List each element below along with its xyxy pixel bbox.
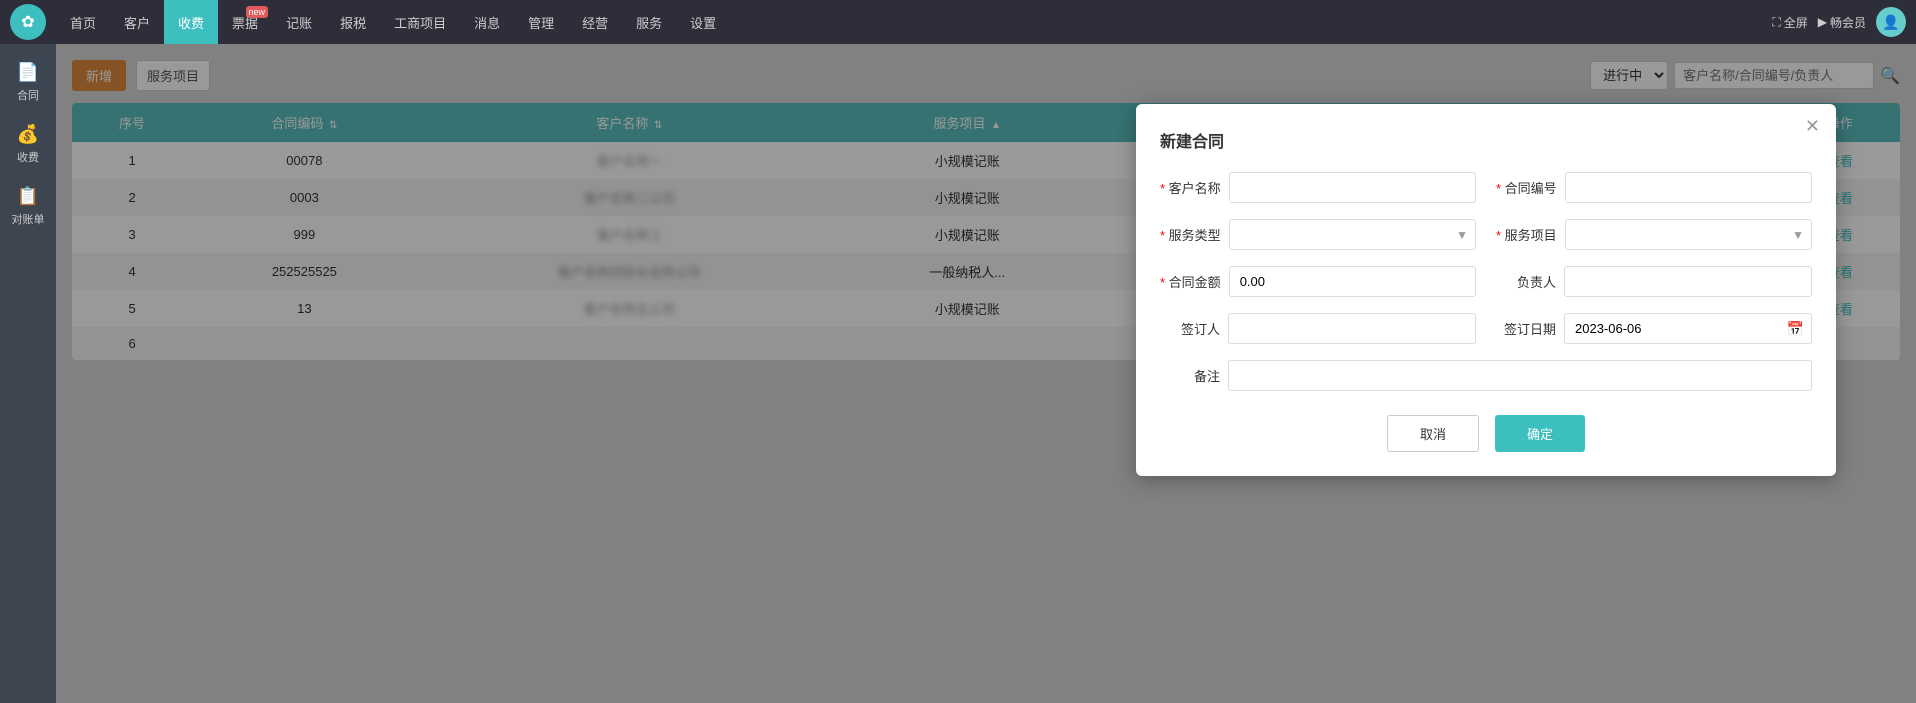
sign-date-wrap: 📅 — [1564, 313, 1812, 344]
nav-tax[interactable]: 报税 — [326, 0, 380, 44]
sign-date-input[interactable] — [1564, 313, 1812, 344]
form-row-1: 客户名称 合同编号 — [1160, 172, 1812, 203]
nav-customer[interactable]: 客户 — [110, 0, 164, 44]
nav-manage[interactable]: 管理 — [514, 0, 568, 44]
modal-footer: 取消 确定 — [1160, 415, 1812, 452]
top-nav: ✿ 首页 客户 收费 票据 new 记账 报税 工商项目 消息 管理 经营 服务… — [0, 0, 1916, 44]
field-sign-date: 签订日期 📅 — [1496, 313, 1812, 344]
avatar[interactable]: 👤 — [1876, 7, 1906, 37]
remark-label: 备注 — [1160, 366, 1220, 385]
new-badge: new — [246, 6, 269, 18]
nav-home[interactable]: 首页 — [56, 0, 110, 44]
customer-input[interactable] — [1229, 172, 1476, 203]
sidebar-item-contract[interactable]: 📄 合同 — [2, 54, 54, 111]
form-row-4: 签订人 签订日期 📅 — [1160, 313, 1812, 344]
member-button[interactable]: ▶畅会员 — [1818, 14, 1866, 31]
responsible-input[interactable] — [1564, 266, 1812, 297]
field-contract-no: 合同编号 — [1496, 172, 1812, 203]
modal-title: 新建合同 — [1160, 128, 1812, 152]
nav-business[interactable]: 工商项目 — [380, 0, 460, 44]
customer-label: 客户名称 — [1160, 178, 1221, 197]
signer-label: 签订人 — [1160, 319, 1220, 338]
remark-input[interactable] — [1228, 360, 1812, 391]
service-item-wrap: ▼ — [1565, 219, 1812, 250]
field-amount: 合同金额 — [1160, 266, 1476, 297]
service-item-label: 服务项目 — [1496, 225, 1557, 244]
sign-date-label: 签订日期 — [1496, 319, 1556, 338]
logo-icon: ✿ — [10, 4, 46, 40]
contract-no-input[interactable] — [1565, 172, 1812, 203]
form-row-2: 服务类型 ▼ 服务项目 — [1160, 219, 1812, 250]
sidebar-item-charge[interactable]: 💰 收费 — [2, 116, 54, 173]
amount-label: 合同金额 — [1160, 272, 1221, 291]
signer-input[interactable] — [1228, 313, 1476, 344]
form-row-3: 合同金额 负责人 — [1160, 266, 1812, 297]
nav-settings[interactable]: 设置 — [676, 0, 730, 44]
sidebar: 📄 合同 💰 收费 📋 对账单 — [0, 44, 56, 703]
nav-service[interactable]: 服务 — [622, 0, 676, 44]
contract-no-label: 合同编号 — [1496, 178, 1557, 197]
main-content: 新增 服务项目 进行中 已完成 全部 🔍 序号 合同编码 ⇅ 客户名称 — [56, 44, 1916, 703]
new-contract-modal: ✕ 新建合同 客户名称 合同编号 服务类型 — [1136, 104, 1836, 476]
field-signer: 签订人 — [1160, 313, 1476, 344]
form-row-5: 备注 — [1160, 360, 1812, 391]
field-responsible: 负责人 — [1496, 266, 1812, 297]
modal-close-button[interactable]: ✕ — [1805, 116, 1820, 137]
nav-operation[interactable]: 经营 — [568, 0, 622, 44]
confirm-button[interactable]: 确定 — [1495, 415, 1585, 452]
field-remark: 备注 — [1160, 360, 1812, 391]
nav-message[interactable]: 消息 — [460, 0, 514, 44]
service-type-select[interactable] — [1229, 219, 1476, 250]
modal-overlay: ✕ 新建合同 客户名称 合同编号 服务类型 — [56, 44, 1916, 703]
nav-charge[interactable]: 收费 — [164, 0, 218, 44]
amount-input[interactable] — [1229, 266, 1476, 297]
charge-icon: 💰 — [17, 124, 39, 145]
nav-ticket[interactable]: 票据 new — [218, 0, 272, 44]
nav-bookkeep[interactable]: 记账 — [272, 0, 326, 44]
responsible-label: 负责人 — [1496, 272, 1556, 291]
main-layout: 📄 合同 💰 收费 📋 对账单 新增 服务项目 进行中 已完成 全部 🔍 — [0, 44, 1916, 703]
field-customer: 客户名称 — [1160, 172, 1476, 203]
field-service-item: 服务项目 ▼ — [1496, 219, 1812, 250]
contract-icon: 📄 — [17, 62, 39, 83]
service-item-select[interactable] — [1565, 219, 1812, 250]
service-type-wrap: ▼ — [1229, 219, 1476, 250]
nav-items: 首页 客户 收费 票据 new 记账 报税 工商项目 消息 管理 经营 服务 设… — [56, 0, 1772, 44]
nav-right: ⛶全屏 ▶畅会员 👤 — [1772, 7, 1906, 37]
statement-icon: 📋 — [17, 186, 39, 207]
sidebar-item-statement[interactable]: 📋 对账单 — [2, 178, 54, 235]
fullscreen-button[interactable]: ⛶全屏 — [1772, 14, 1807, 31]
field-service-type: 服务类型 ▼ — [1160, 219, 1476, 250]
service-type-label: 服务类型 — [1160, 225, 1221, 244]
cancel-button[interactable]: 取消 — [1387, 415, 1479, 452]
